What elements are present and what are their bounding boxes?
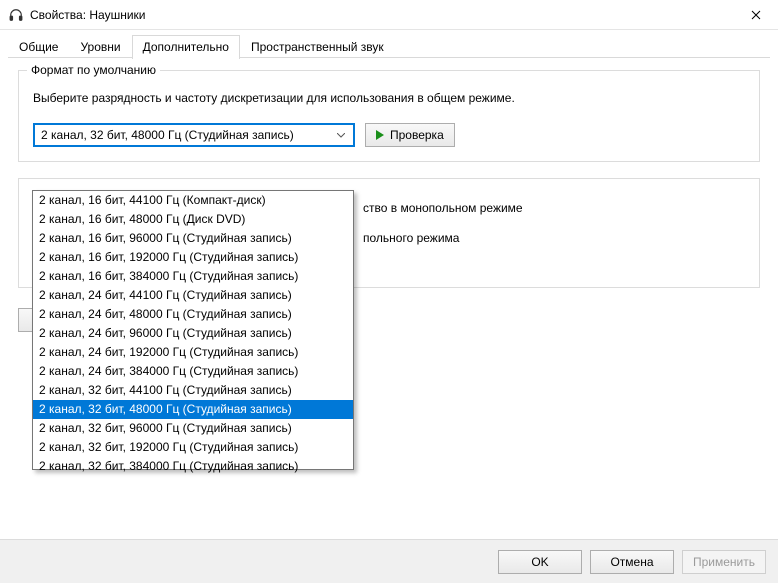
headphones-icon: [8, 7, 24, 23]
exclusive-line1-partial: ство в монопольном режиме: [363, 197, 745, 219]
test-button-label: Проверка: [390, 128, 444, 142]
dialog-footer: OK Отмена Применить: [0, 539, 778, 583]
format-option[interactable]: 2 канал, 24 бит, 384000 Гц (Студийная за…: [33, 362, 353, 381]
format-option[interactable]: 2 канал, 16 бит, 192000 Гц (Студийная за…: [33, 248, 353, 267]
cancel-button[interactable]: Отмена: [590, 550, 674, 574]
format-option[interactable]: 2 канал, 32 бит, 44100 Гц (Студийная зап…: [33, 381, 353, 400]
ok-label: OK: [531, 555, 548, 569]
format-option[interactable]: 2 канал, 16 бит, 96000 Гц (Студийная зап…: [33, 229, 353, 248]
format-combobox[interactable]: 2 канал, 32 бит, 48000 Гц (Студийная зап…: [33, 123, 355, 147]
format-option[interactable]: 2 канал, 32 бит, 48000 Гц (Студийная зап…: [33, 400, 353, 419]
exclusive-line2-partial: польного режима: [363, 227, 745, 249]
play-icon: [376, 130, 384, 140]
format-description: Выберите разрядность и частоту дискретиз…: [33, 89, 745, 107]
format-option[interactable]: 2 канал, 32 бит, 384000 Гц (Студийная за…: [33, 457, 353, 476]
format-dropdown-list[interactable]: 2 канал, 16 бит, 44100 Гц (Компакт-диск)…: [32, 190, 354, 470]
ok-button[interactable]: OK: [498, 550, 582, 574]
tab-advanced[interactable]: Дополнительно: [132, 35, 240, 59]
titlebar: Свойства: Наушники: [0, 0, 778, 30]
tab-strip: Общие Уровни Дополнительно Пространствен…: [0, 30, 778, 58]
format-option[interactable]: 2 канал, 24 бит, 44100 Гц (Студийная зап…: [33, 286, 353, 305]
tab-underline: [8, 57, 770, 58]
format-option[interactable]: 2 канал, 16 бит, 48000 Гц (Диск DVD): [33, 210, 353, 229]
format-option[interactable]: 2 канал, 24 бит, 192000 Гц (Студийная за…: [33, 343, 353, 362]
test-button[interactable]: Проверка: [365, 123, 455, 147]
group-legend: Формат по умолчанию: [27, 63, 160, 77]
group-default-format: Формат по умолчанию Выберите разрядность…: [18, 70, 760, 162]
window-title: Свойства: Наушники: [30, 8, 733, 22]
format-option[interactable]: 2 канал, 16 бит, 44100 Гц (Компакт-диск): [33, 191, 353, 210]
format-option[interactable]: 2 канал, 32 бит, 192000 Гц (Студийная за…: [33, 438, 353, 457]
close-button[interactable]: [733, 0, 778, 30]
tab-levels[interactable]: Уровни: [69, 35, 131, 59]
cancel-label: Отмена: [610, 555, 653, 569]
tab-general[interactable]: Общие: [8, 35, 69, 59]
format-selected-value: 2 канал, 32 бит, 48000 Гц (Студийная зап…: [41, 128, 333, 142]
tab-spatial[interactable]: Пространственный звук: [240, 35, 395, 59]
format-option[interactable]: 2 канал, 32 бит, 96000 Гц (Студийная зап…: [33, 419, 353, 438]
format-option[interactable]: 2 канал, 24 бит, 48000 Гц (Студийная зап…: [33, 305, 353, 324]
apply-button[interactable]: Применить: [682, 550, 766, 574]
chevron-down-icon: [333, 133, 349, 138]
format-option[interactable]: 2 канал, 16 бит, 384000 Гц (Студийная за…: [33, 267, 353, 286]
apply-label: Применить: [693, 555, 755, 569]
format-option[interactable]: 2 канал, 24 бит, 96000 Гц (Студийная зап…: [33, 324, 353, 343]
